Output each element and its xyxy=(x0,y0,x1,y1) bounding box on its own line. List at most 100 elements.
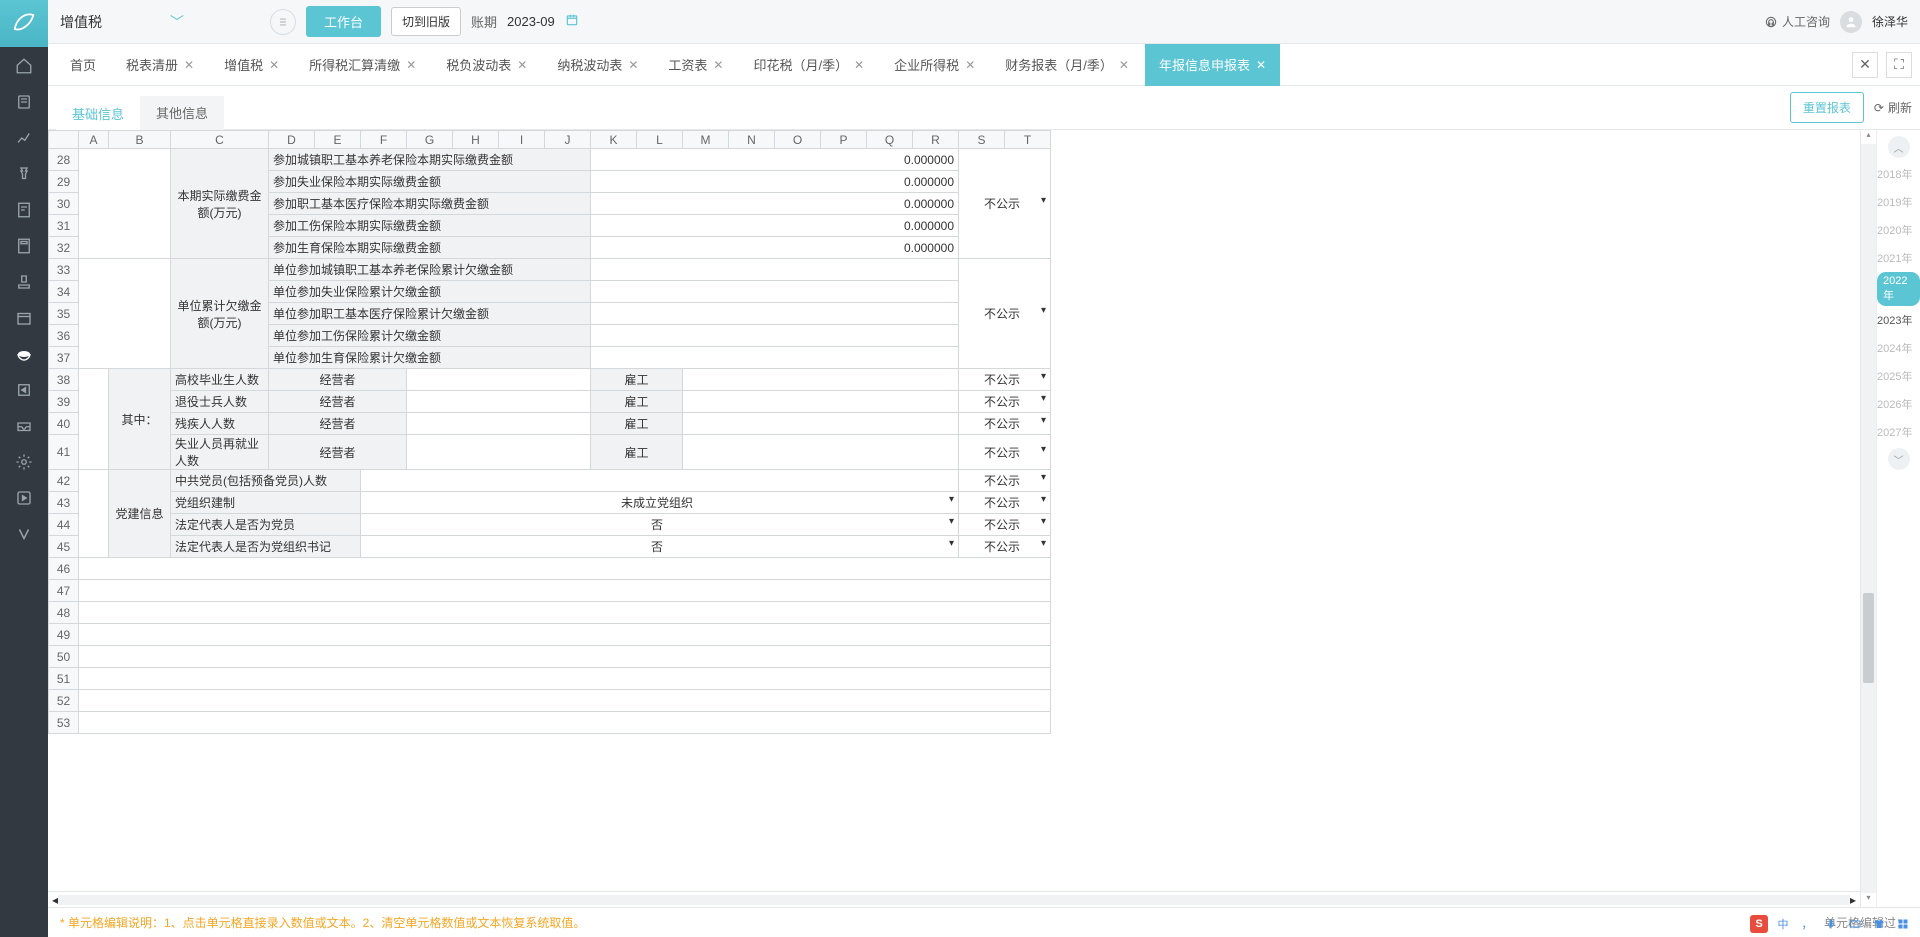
row-header-38[interactable]: 38 xyxy=(49,369,79,391)
year-2021年[interactable]: 2021年 xyxy=(1877,244,1920,272)
row-header-53[interactable]: 53 xyxy=(49,712,79,734)
tab-3[interactable]: 所得税汇算清缴✕ xyxy=(295,44,430,86)
col-header-E[interactable]: E xyxy=(315,131,361,149)
value-cell[interactable] xyxy=(683,435,959,470)
spreadsheet[interactable]: ABCDEFGHIJKLMNOPQRST 28本期实际缴费金额(万元)参加城镇职… xyxy=(48,130,1051,734)
tab-close-icon[interactable]: ✕ xyxy=(517,58,527,72)
disclose-dropdown[interactable]: 不公示 xyxy=(959,259,1051,369)
nav-ledger-icon[interactable] xyxy=(0,84,48,120)
row-header-52[interactable]: 52 xyxy=(49,690,79,712)
row-header-28[interactable]: 28 xyxy=(49,149,79,171)
row-header-46[interactable]: 46 xyxy=(49,558,79,580)
nav-archive-icon[interactable] xyxy=(0,300,48,336)
subtab-other[interactable]: 其他信息 xyxy=(140,96,224,130)
value-cell[interactable] xyxy=(683,391,959,413)
user-avatar-icon[interactable] xyxy=(1840,11,1862,33)
col-header-R[interactable]: R xyxy=(913,131,959,149)
nav-doc-icon[interactable] xyxy=(0,192,48,228)
col-header-J[interactable]: J xyxy=(545,131,591,149)
value-cell[interactable]: 0.000000 xyxy=(591,215,959,237)
row-header-48[interactable]: 48 xyxy=(49,602,79,624)
col-header-L[interactable]: L xyxy=(637,131,683,149)
row-header-44[interactable]: 44 xyxy=(49,514,79,536)
scroll-up-icon[interactable]: ▴ xyxy=(1861,130,1876,144)
disclose-dropdown[interactable]: 不公示 xyxy=(959,492,1051,514)
nav-money-icon[interactable] xyxy=(0,156,48,192)
row-header-30[interactable]: 30 xyxy=(49,193,79,215)
nav-home-icon[interactable] xyxy=(0,48,48,84)
col-header-B[interactable]: B xyxy=(109,131,171,149)
close-all-tabs-button[interactable]: ✕ xyxy=(1852,52,1878,78)
col-header-G[interactable]: G xyxy=(407,131,453,149)
tab-close-icon[interactable]: ✕ xyxy=(269,58,279,72)
ime-keyboard-icon[interactable] xyxy=(1846,915,1864,933)
row-header-31[interactable]: 31 xyxy=(49,215,79,237)
ime-skin-icon[interactable] xyxy=(1870,915,1888,933)
value-dropdown[interactable]: 否 xyxy=(361,514,959,536)
value-cell[interactable] xyxy=(591,303,959,325)
value-cell[interactable] xyxy=(407,435,591,470)
value-cell[interactable] xyxy=(591,325,959,347)
tab-4[interactable]: 税负波动表✕ xyxy=(432,44,541,86)
cell[interactable] xyxy=(79,470,109,558)
row-header-50[interactable]: 50 xyxy=(49,646,79,668)
ime-mic-icon[interactable] xyxy=(1822,915,1840,933)
col-header-O[interactable]: O xyxy=(775,131,821,149)
year-up-button[interactable]: ︿ xyxy=(1888,136,1910,158)
scroll-thumb[interactable] xyxy=(1863,593,1874,683)
value-cell[interactable] xyxy=(591,259,959,281)
cell[interactable] xyxy=(79,646,1051,668)
row-header-49[interactable]: 49 xyxy=(49,624,79,646)
ime-punct-icon[interactable]: ， xyxy=(1798,915,1816,933)
tab-9[interactable]: 财务报表（月/季）✕ xyxy=(991,44,1143,86)
nav-calc-icon[interactable] xyxy=(0,228,48,264)
tab-1[interactable]: 税表清册✕ xyxy=(112,44,208,86)
vertical-scrollbar[interactable]: ▴ ▾ xyxy=(1860,130,1876,907)
disclose-dropdown[interactable]: 不公示 xyxy=(959,470,1051,492)
refresh-button[interactable]: ⟳ 刷新 xyxy=(1874,99,1912,116)
year-2026年[interactable]: 2026年 xyxy=(1877,390,1920,418)
col-header-H[interactable]: H xyxy=(453,131,499,149)
cell[interactable] xyxy=(79,668,1051,690)
disclose-dropdown[interactable]: 不公示 xyxy=(959,369,1051,391)
row-header-39[interactable]: 39 xyxy=(49,391,79,413)
cell[interactable] xyxy=(79,369,109,470)
year-2018年[interactable]: 2018年 xyxy=(1877,160,1920,188)
row-header-34[interactable]: 34 xyxy=(49,281,79,303)
tab-5[interactable]: 纳税波动表✕ xyxy=(543,44,652,86)
disclose-dropdown[interactable]: 不公示 xyxy=(959,149,1051,259)
col-header-D[interactable]: D xyxy=(269,131,315,149)
value-cell[interactable] xyxy=(591,347,959,369)
year-2019年[interactable]: 2019年 xyxy=(1877,188,1920,216)
row-header-45[interactable]: 45 xyxy=(49,536,79,558)
list-icon-button[interactable] xyxy=(270,9,296,35)
row-header-36[interactable]: 36 xyxy=(49,325,79,347)
year-2023年[interactable]: 2023年 xyxy=(1877,306,1920,334)
row-header-37[interactable]: 37 xyxy=(49,347,79,369)
disclose-dropdown[interactable]: 不公示 xyxy=(959,413,1051,435)
row-header-47[interactable]: 47 xyxy=(49,580,79,602)
value-cell[interactable]: 0.000000 xyxy=(591,237,959,259)
col-header-P[interactable]: P xyxy=(821,131,867,149)
col-header-M[interactable]: M xyxy=(683,131,729,149)
disclose-dropdown[interactable]: 不公示 xyxy=(959,514,1051,536)
value-dropdown[interactable]: 未成立党组织 xyxy=(361,492,959,514)
tab-close-icon[interactable]: ✕ xyxy=(965,58,975,72)
value-cell[interactable] xyxy=(407,369,591,391)
row-header-42[interactable]: 42 xyxy=(49,470,79,492)
cell[interactable] xyxy=(79,602,1051,624)
disclose-dropdown[interactable]: 不公示 xyxy=(959,536,1051,558)
col-header-I[interactable]: I xyxy=(499,131,545,149)
nav-v-icon[interactable] xyxy=(0,516,48,552)
row-header-41[interactable]: 41 xyxy=(49,435,79,470)
year-2022年[interactable]: 2022年 xyxy=(1877,272,1920,306)
entity-selector[interactable]: 增值税 ﹀ xyxy=(60,12,260,32)
expand-tabs-button[interactable]: ⛶ xyxy=(1886,52,1912,78)
scroll-down-icon[interactable]: ▾ xyxy=(1861,893,1876,907)
row-header-40[interactable]: 40 xyxy=(49,413,79,435)
col-header-C[interactable]: C xyxy=(171,131,269,149)
row-header-33[interactable]: 33 xyxy=(49,259,79,281)
tab-close-icon[interactable]: ✕ xyxy=(184,58,194,72)
col-header-T[interactable]: T xyxy=(1005,131,1051,149)
tab-6[interactable]: 工资表✕ xyxy=(654,44,737,86)
